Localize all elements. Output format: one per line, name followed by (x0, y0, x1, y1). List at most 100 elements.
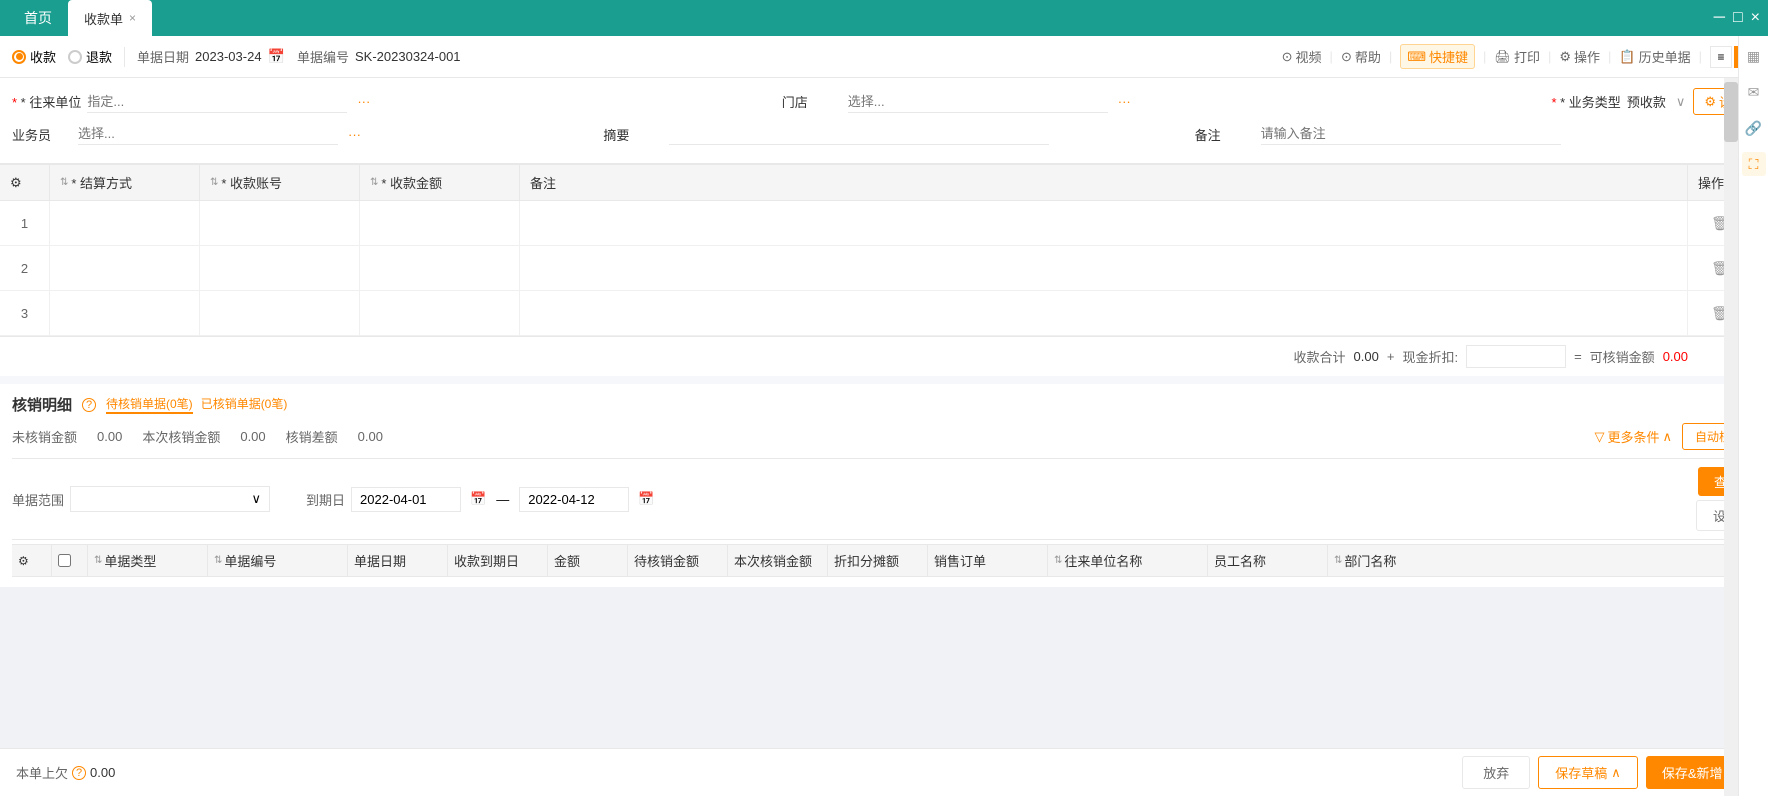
done-tab[interactable]: 已核销单据(0笔) (201, 395, 288, 414)
total-label: 收款合计 (1294, 347, 1346, 366)
more-conditions-label: 更多条件 (1607, 427, 1659, 446)
account-col-header: ⇅ * 收款账号 (200, 165, 360, 200)
abandon-button[interactable]: 放弃 (1462, 756, 1530, 789)
operation-label: 操作 (1574, 47, 1600, 66)
tab-active[interactable]: 收款单 × (68, 0, 152, 36)
receipt-table: ⚙ ⇅ * 结算方式 ⇅ * 收款账号 ⇅ * 收款金额 备注 操作 1 🗑 ⧉… (0, 164, 1768, 376)
payment-method-label: * 结算方式 (71, 173, 132, 192)
video-icon: ⊙ (1282, 49, 1293, 65)
select-all-checkbox[interactable] (58, 554, 71, 567)
range-label: 单据范围 (12, 490, 64, 509)
row1-remark[interactable] (520, 201, 1688, 245)
operation-btn[interactable]: ⚙ 操作 (1559, 47, 1600, 66)
shop-dots-icon[interactable]: ··· (1118, 94, 1131, 109)
bill-number-value: SK-20230324-001 (355, 49, 461, 64)
sidebar-expand-icon[interactable]: ⛶ (1742, 152, 1766, 176)
sidebar-mail-icon[interactable]: ✉ (1742, 80, 1766, 104)
maximize-icon[interactable]: □ (1733, 9, 1743, 27)
diff-label: 核销差额 (286, 427, 338, 446)
save-draft-button[interactable]: 保存草稿 ∧ (1538, 756, 1638, 789)
print-btn[interactable]: 🖨 打印 (1494, 47, 1540, 66)
col-settings[interactable]: ⚙ (12, 545, 52, 576)
verifiable-value: 0.00 (1663, 349, 1688, 364)
col-checkbox[interactable] (52, 545, 88, 576)
row1-amount[interactable] (360, 201, 520, 245)
summary-field: 摘要 (603, 123, 1164, 145)
verification-info-icon[interactable]: ? (82, 398, 96, 412)
tab-bar-right: ─ □ × (1714, 9, 1760, 27)
tab-close-icon[interactable]: × (129, 11, 136, 25)
date-from-input[interactable] (351, 487, 461, 512)
row1-account[interactable] (200, 201, 360, 245)
date-to-calendar-icon[interactable]: 📅 (638, 491, 654, 507)
tab-active-label: 收款单 (84, 9, 123, 28)
radio-receipt-dot (12, 50, 26, 64)
calendar-icon[interactable]: 📅 (268, 48, 285, 65)
sidebar-link-icon[interactable]: 🔗 (1742, 116, 1766, 140)
minimize-icon[interactable]: ─ (1714, 9, 1725, 27)
save-draft-arrow-icon: ∧ (1611, 765, 1621, 781)
pending-tab[interactable]: 待核销单据(0笔) (106, 395, 193, 414)
sort-icon-bill-type: ⇅ (94, 555, 102, 566)
radio-refund-dot (68, 50, 82, 64)
view-btn-list[interactable]: ≡ (1710, 46, 1732, 68)
radio-receipt[interactable]: 收款 (12, 47, 56, 66)
shop-input[interactable] (848, 91, 1108, 113)
row2-payment-method[interactable] (50, 246, 200, 290)
diff-value: 0.00 (358, 429, 383, 444)
col-due-date-label: 收款到期日 (454, 551, 519, 570)
tab-home[interactable]: 首页 (8, 0, 68, 36)
row1-payment-method[interactable] (50, 201, 200, 245)
radio-refund[interactable]: 退款 (68, 47, 112, 66)
scrollbar[interactable] (1724, 78, 1738, 796)
bill-date-label: 单据日期 (137, 47, 189, 66)
row2-remark[interactable] (520, 246, 1688, 290)
amount-col-header: ⇅ * 收款金额 (360, 165, 520, 200)
salesperson-dots-icon[interactable]: ··· (348, 127, 361, 142)
form-area: * 往来单位 ··· 门店 ··· * 业务类型 预收款 ∨ ⚙ 设置 业务员 … (0, 78, 1768, 164)
more-conditions-link[interactable]: ▽ 更多条件 ∧ (1594, 427, 1672, 446)
video-label: 视频 (1296, 47, 1322, 66)
discount-input[interactable] (1466, 345, 1566, 368)
unverified-value: 0.00 (97, 429, 122, 444)
business-type-arrow-icon[interactable]: ∨ (1676, 94, 1686, 110)
partner-dots-icon[interactable]: ··· (357, 94, 370, 109)
limit-info-icon[interactable]: ? (72, 766, 86, 780)
shortcut-btn[interactable]: ⌨ 快捷键 (1400, 44, 1475, 69)
date-from-calendar-icon[interactable]: 📅 (470, 491, 486, 507)
col-bill-number: ⇅ 单据编号 (208, 545, 348, 576)
partner-field: * 往来单位 ··· (12, 91, 752, 113)
video-btn[interactable]: ⊙ 视频 (1282, 47, 1322, 66)
row2-account[interactable] (200, 246, 360, 290)
bottom-actions: 放弃 保存草稿 ∧ 保存&新增 ∧ (1462, 756, 1752, 789)
row3-remark[interactable] (520, 291, 1688, 335)
partner-input[interactable] (87, 91, 347, 113)
col-amount-label: 金额 (554, 551, 580, 570)
settings-col-header[interactable]: ⚙ (0, 165, 50, 200)
verification-title: 核销明细 (12, 394, 72, 415)
help-icon: ⊙ (1341, 49, 1352, 65)
row3-payment-method[interactable] (50, 291, 200, 335)
row3-account[interactable] (200, 291, 360, 335)
date-label: 到期日 (306, 490, 345, 509)
chevron-up-icon: ∧ (1662, 429, 1672, 445)
scroll-thumb[interactable] (1724, 82, 1738, 142)
sidebar-table-icon[interactable]: ▦ (1742, 44, 1766, 68)
salesperson-input[interactable] (78, 123, 338, 145)
history-btn[interactable]: 📋 历史单据 (1619, 47, 1690, 66)
help-btn[interactable]: ⊙ 帮助 (1341, 47, 1381, 66)
amount-label: * 收款金额 (381, 173, 442, 192)
bottom-info: 本单上欠 ? 0.00 (16, 763, 115, 782)
summary-input[interactable] (669, 123, 1049, 145)
range-select[interactable]: ∨ (70, 486, 270, 512)
bill-date-field: 单据日期 2023-03-24 📅 (137, 47, 285, 66)
col-bill-number-label: 单据编号 (224, 551, 276, 570)
remark-input[interactable] (1261, 123, 1561, 145)
row3-amount[interactable] (360, 291, 520, 335)
date-to-input[interactable] (519, 487, 629, 512)
col-bill-type: ⇅ 单据类型 (88, 545, 208, 576)
row2-amount[interactable] (360, 246, 520, 290)
limit-value: 0.00 (90, 765, 115, 780)
close-window-icon[interactable]: × (1751, 9, 1760, 27)
table-header: ⚙ ⇅ * 结算方式 ⇅ * 收款账号 ⇅ * 收款金额 备注 操作 (0, 164, 1768, 201)
